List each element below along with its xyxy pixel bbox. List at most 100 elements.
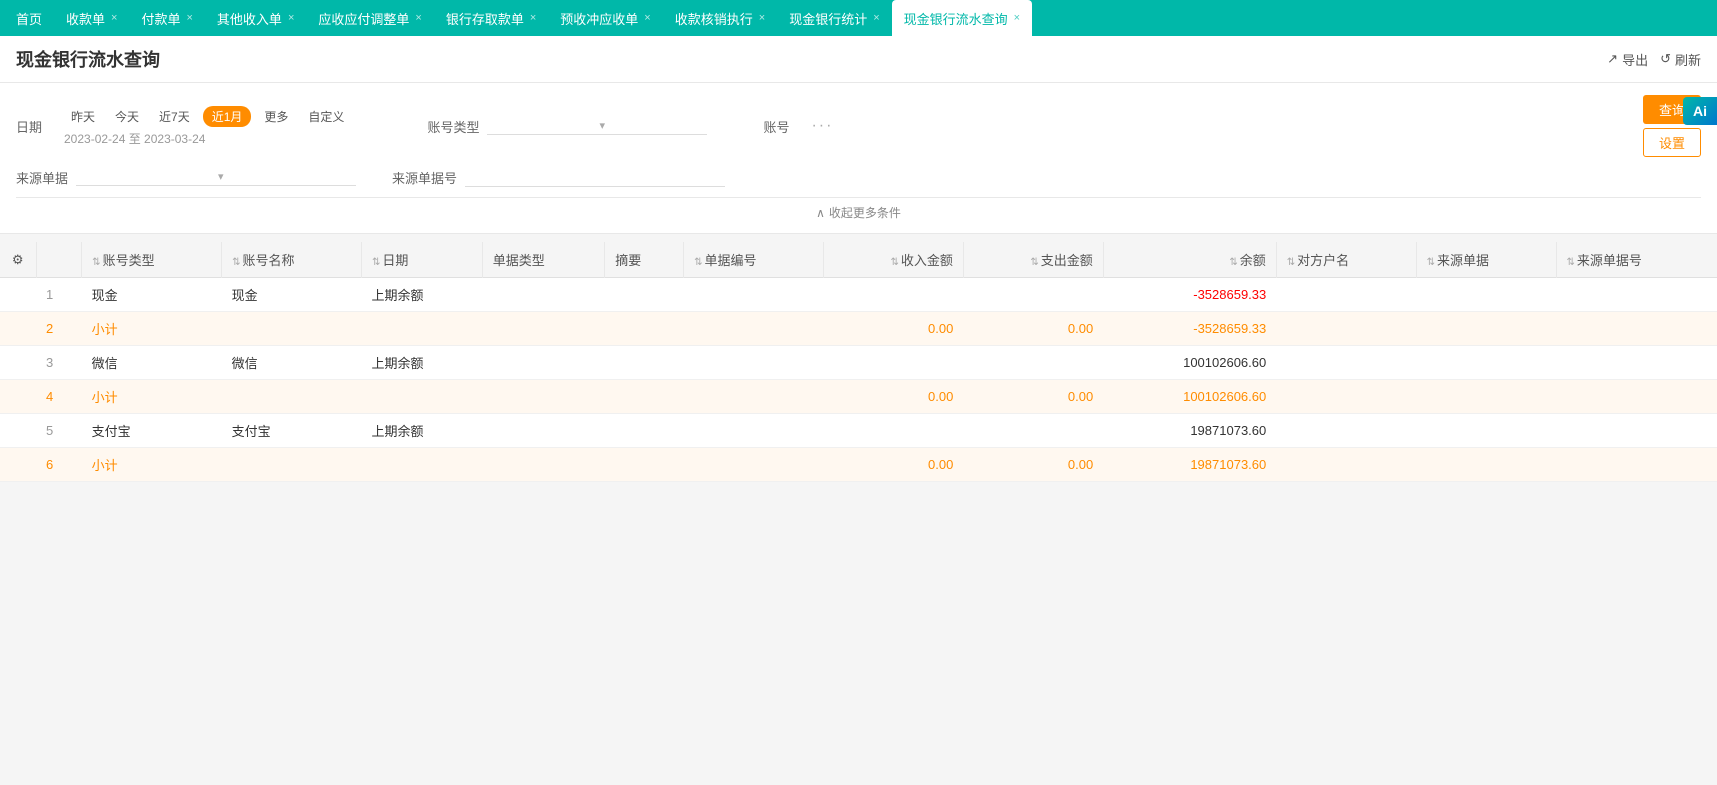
date-btn-custom[interactable]: 自定义 — [301, 106, 351, 127]
th-expense[interactable]: ⇅支出金额 — [963, 242, 1103, 278]
account-filter: 账号 ··· — [763, 117, 833, 136]
cell-gear — [0, 414, 36, 448]
cell-gear — [0, 448, 36, 482]
nav-ar-adjust[interactable]: 应收应付调整单 × — [306, 0, 433, 36]
date-btn-1month[interactable]: 近1月 — [203, 106, 252, 127]
nav-prepay-close[interactable]: × — [644, 12, 650, 24]
cell-doc-type — [482, 448, 604, 482]
collapse-label: 收起更多条件 — [829, 204, 901, 221]
filter-area: 日期 昨天 今天 近7天 近1月 更多 自定义 2023-02-24 至 202… — [0, 83, 1717, 234]
cell-summary — [605, 448, 684, 482]
nav-bank-deposit[interactable]: 银行存取款单 × — [434, 0, 548, 36]
th-counterparty[interactable]: ⇅对方户名 — [1276, 242, 1416, 278]
table-row[interactable]: 3 微信 微信 上期余额 100102606.60 — [0, 346, 1717, 380]
cell-expense: 0.00 — [963, 448, 1103, 482]
nav-cash-flow-close[interactable]: × — [1014, 12, 1020, 24]
table-row[interactable]: 4 小计 0.00 0.00 100102606.60 — [0, 380, 1717, 414]
th-account-type[interactable]: ⇅账号类型 — [82, 242, 222, 278]
filter-row-1: 日期 昨天 今天 近7天 近1月 更多 自定义 2023-02-24 至 202… — [16, 95, 1701, 157]
cell-income — [823, 346, 963, 380]
table-row[interactable]: 1 现金 现金 上期余额 -3528659.33 — [0, 278, 1717, 312]
nav-prepay[interactable]: 预收冲应收单 × — [548, 0, 662, 36]
nav-cash-flow[interactable]: 现金银行流水查询 × — [892, 0, 1032, 36]
date-btn-yesterday[interactable]: 昨天 — [64, 106, 102, 127]
table-row[interactable]: 5 支付宝 支付宝 上期余额 19871073.60 — [0, 414, 1717, 448]
cell-summary — [605, 346, 684, 380]
table-row[interactable]: 6 小计 0.00 0.00 19871073.60 — [0, 448, 1717, 482]
nav-collection[interactable]: 收款核销执行 × — [663, 0, 777, 36]
cell-source-doc-no — [1556, 312, 1717, 346]
nav-collection-close[interactable]: × — [759, 12, 765, 24]
nav-cash-stat-close[interactable]: × — [873, 12, 879, 24]
date-btn-more[interactable]: 更多 — [257, 106, 295, 127]
cell-num: 2 — [36, 312, 82, 346]
table-header-row: ⚙ ⇅账号类型 ⇅账号名称 ⇅日期 单据类型 摘要 ⇅单据编号 ⇅收入金额 ⇅支… — [0, 242, 1717, 278]
table-container: ⚙ ⇅账号类型 ⇅账号名称 ⇅日期 单据类型 摘要 ⇅单据编号 ⇅收入金额 ⇅支… — [0, 242, 1717, 482]
cell-account-name — [222, 380, 362, 414]
cell-summary — [605, 414, 684, 448]
settings-button[interactable]: 设置 — [1643, 128, 1701, 157]
account-type-select[interactable]: ▾ — [487, 117, 707, 135]
account-type-chevron-icon: ▾ — [599, 119, 703, 132]
source-doc-filter: 来源单据 ▾ — [16, 168, 356, 187]
ai-badge[interactable]: Ai — [1683, 97, 1717, 125]
th-balance[interactable]: ⇅余额 — [1103, 242, 1276, 278]
ai-label: Ai — [1693, 103, 1707, 119]
nav-receipt-label: 收款单 — [66, 9, 105, 28]
nav-ar-adjust-label: 应收应付调整单 — [318, 9, 409, 28]
nav-other-income-close[interactable]: × — [288, 12, 294, 24]
refresh-icon: ↺ — [1660, 51, 1671, 67]
source-doc-select[interactable]: ▾ — [76, 168, 356, 186]
date-label: 日期 — [16, 117, 56, 136]
collapse-button[interactable]: ∧ 收起更多条件 — [16, 197, 1701, 221]
account-dots-btn[interactable]: ··· — [811, 117, 833, 135]
nav-home[interactable]: 首页 — [4, 0, 54, 36]
th-source-doc-no[interactable]: ⇅来源单据号 — [1556, 242, 1717, 278]
filter-row-2: 来源单据 ▾ 来源单据号 — [16, 167, 1701, 187]
source-doc-no-input[interactable] — [465, 167, 725, 187]
cell-date: 上期余额 — [361, 346, 482, 380]
refresh-button[interactable]: ↺ 刷新 — [1660, 50, 1701, 69]
nav-payment[interactable]: 付款单 × — [129, 0, 204, 36]
cell-counterparty — [1276, 448, 1416, 482]
date-btn-7days[interactable]: 近7天 — [152, 106, 197, 127]
nav-other-income[interactable]: 其他收入单 × — [205, 0, 306, 36]
table-body: 1 现金 现金 上期余额 -3528659.33 2 小计 0.00 0.00 … — [0, 278, 1717, 482]
export-label: 导出 — [1622, 50, 1648, 69]
th-doc-no[interactable]: ⇅单据编号 — [684, 242, 824, 278]
nav-cash-flow-label: 现金银行流水查询 — [904, 9, 1008, 28]
th-date[interactable]: ⇅日期 — [361, 242, 482, 278]
cell-account-type: 小计 — [82, 448, 222, 482]
cell-doc-type — [482, 346, 604, 380]
th-income[interactable]: ⇅收入金额 — [823, 242, 963, 278]
date-range-group: 昨天 今天 近7天 近1月 更多 自定义 2023-02-24 至 2023-0… — [64, 106, 351, 147]
cell-income — [823, 278, 963, 312]
account-type-filter: 账号类型 ▾ — [427, 117, 707, 136]
cell-date: 上期余额 — [361, 414, 482, 448]
refresh-label: 刷新 — [1675, 50, 1701, 69]
nav-cash-stat[interactable]: 现金银行统计 × — [777, 0, 891, 36]
cell-doc-no — [684, 278, 824, 312]
cell-account-type: 小计 — [82, 312, 222, 346]
nav-receipt[interactable]: 收款单 × — [54, 0, 129, 36]
date-btn-today[interactable]: 今天 — [108, 106, 146, 127]
nav-bank-deposit-close[interactable]: × — [530, 12, 536, 24]
nav-other-income-label: 其他收入单 — [217, 9, 282, 28]
table-row[interactable]: 2 小计 0.00 0.00 -3528659.33 — [0, 312, 1717, 346]
cell-source-doc — [1416, 380, 1556, 414]
cell-source-doc-no — [1556, 448, 1717, 482]
nav-receipt-close[interactable]: × — [111, 12, 117, 24]
cell-doc-type — [482, 380, 604, 414]
source-doc-label: 来源单据 — [16, 168, 68, 187]
collapse-bar: ∧ 收起更多条件 — [16, 197, 1701, 221]
cell-balance: 19871073.60 — [1103, 448, 1276, 482]
cell-gear — [0, 346, 36, 380]
nav-payment-close[interactable]: × — [186, 12, 192, 24]
export-button[interactable]: ↗ 导出 — [1607, 50, 1648, 69]
nav-ar-adjust-close[interactable]: × — [415, 12, 421, 24]
cell-source-doc-no — [1556, 278, 1717, 312]
th-account-name[interactable]: ⇅账号名称 — [222, 242, 362, 278]
th-gear[interactable]: ⚙ — [0, 242, 36, 278]
cell-date — [361, 380, 482, 414]
th-source-doc[interactable]: ⇅来源单据 — [1416, 242, 1556, 278]
